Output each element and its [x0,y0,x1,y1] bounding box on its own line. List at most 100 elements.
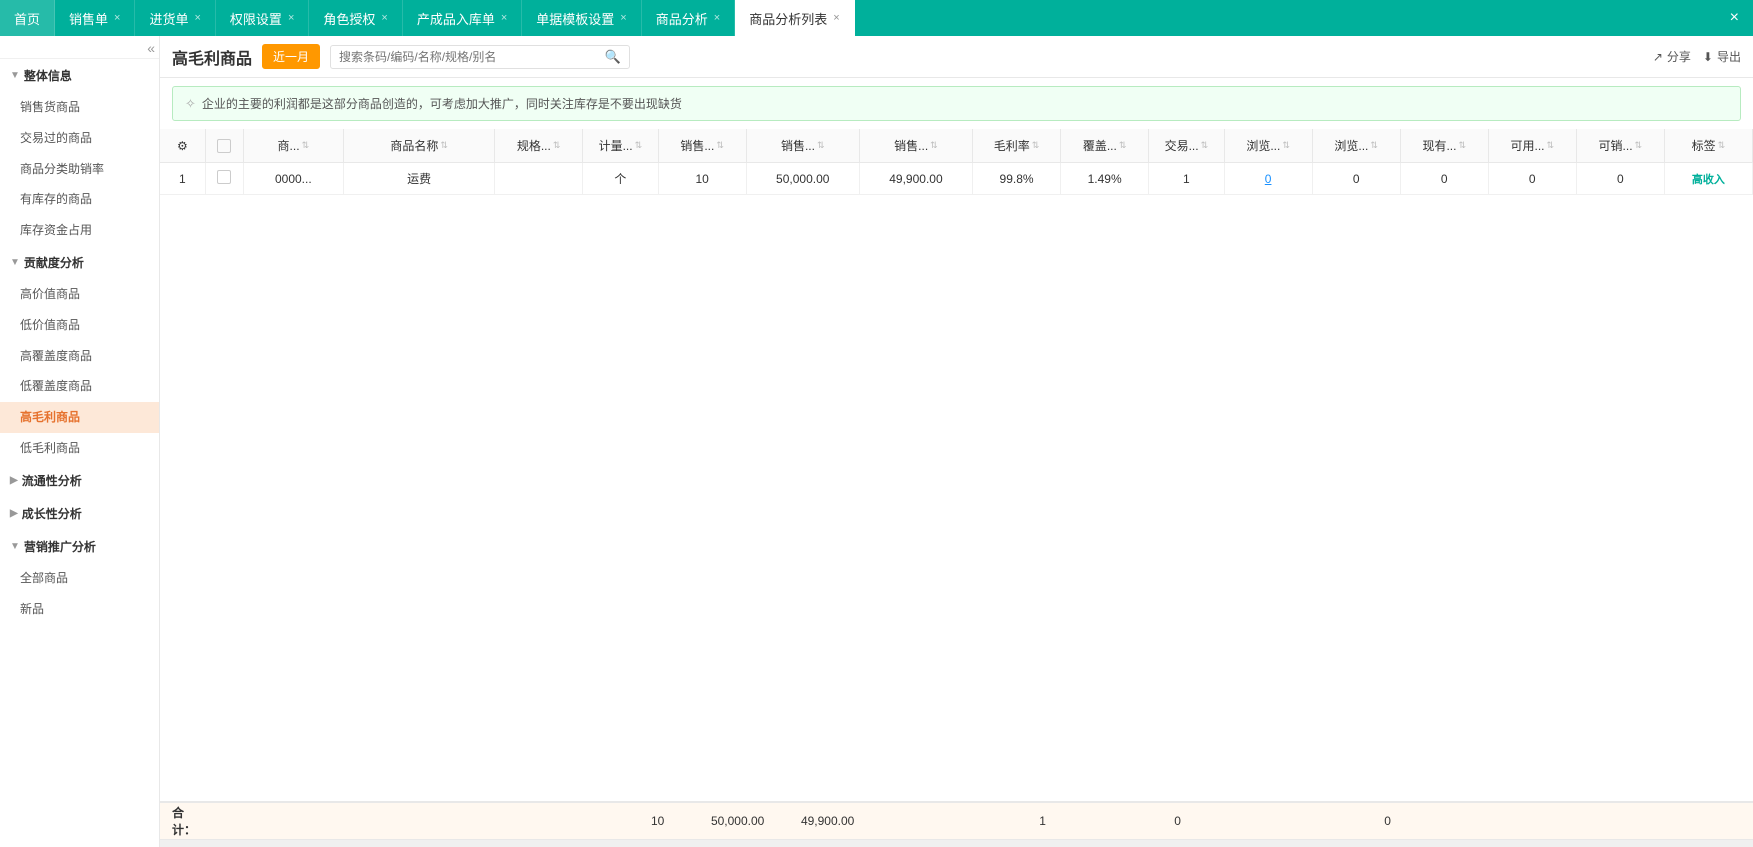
nav-permission-settings[interactable]: 权限设置 × [216,0,309,36]
row-browse2: 0 [1312,163,1400,195]
sort-icon-10: ⇅ [1201,140,1209,151]
footer-sales-cost: 49,900.00 [783,814,873,828]
col-saleable[interactable]: 可销...⇅ [1576,129,1664,163]
col-tag[interactable]: 标签⇅ [1664,129,1752,163]
row-gross-rate: 99.8% [973,163,1061,195]
col-sales-cost[interactable]: 销售...⇅ [859,129,972,163]
sidebar-item-high-margin[interactable]: 高毛利商品 [0,402,159,433]
row-checkbox[interactable] [205,163,243,195]
sidebar-item-all-goods[interactable]: 全部商品 [0,563,159,594]
info-icon: ✧ [185,96,196,112]
sort-icon: ⇅ [302,140,310,151]
sort-icon-13: ⇅ [1458,140,1466,151]
nav-close-permission[interactable]: × [288,12,294,24]
sidebar: « ▼ 整体信息 销售货商品 交易过的商品 商品分类助销率 有库存的商品 库存资… [0,36,160,847]
col-settings[interactable]: ⚙ [160,129,205,163]
nav-close-product-analysis[interactable]: × [714,12,720,24]
row-sales-qty: 10 [658,163,746,195]
sidebar-item-stock-goods[interactable]: 有库存的商品 [0,184,159,215]
row-browse1[interactable]: 0 [1224,163,1312,195]
sidebar-item-low-margin[interactable]: 低毛利商品 [0,433,159,464]
col-available[interactable]: 可用...⇅ [1488,129,1576,163]
col-unit[interactable]: 计量...⇅ [583,129,658,163]
row-saleable: 0 [1576,163,1664,195]
col-checkbox[interactable] [205,129,243,163]
filter-recent-month[interactable]: 近一月 [262,44,320,69]
col-sales-qty[interactable]: 销售...⇅ [658,129,746,163]
horizontal-scrollbar[interactable] [160,839,1753,847]
nav-product-analysis[interactable]: 商品分析 × [642,0,735,36]
top-navigation: 首页 销售单 × 进货单 × 权限设置 × 角色授权 × 产成品入库单 × 单据… [0,0,1753,36]
chevron-right-icon-2: ▶ [10,508,18,519]
col-code[interactable]: 商...⇅ [243,129,344,163]
sidebar-item-sales-goods[interactable]: 销售货商品 [0,92,159,123]
nav-role-auth[interactable]: 角色授权 × [309,0,402,36]
sidebar-group-overall[interactable]: ▼ 整体信息 [0,59,159,92]
nav-close-role-auth[interactable]: × [381,12,387,24]
share-button[interactable]: ↗ 分享 [1653,48,1691,65]
sidebar-item-low-coverage[interactable]: 低覆盖度商品 [0,371,159,402]
row-name: 运费 [344,163,495,195]
sort-icon-5: ⇅ [716,140,724,151]
col-coverage[interactable]: 覆盖...⇅ [1061,129,1149,163]
search-input[interactable] [339,50,605,64]
nav-product-analysis-list[interactable]: 商品分析列表 × [735,0,854,36]
col-current-stock[interactable]: 现有...⇅ [1400,129,1488,163]
footer-total: 合计： 10 50,000.00 49,900.00 1 0 0 [160,801,1753,839]
window-close-button[interactable]: × [1716,0,1753,36]
nav-template-settings[interactable]: 单据模板设置 × [522,0,641,36]
row-unit: 个 [583,163,658,195]
sort-icon-9: ⇅ [1119,140,1127,151]
search-box: 🔍 [330,45,630,69]
sort-icon-16: ⇅ [1718,140,1726,151]
sidebar-group-liquidity[interactable]: ▶ 流通性分析 [0,464,159,497]
sort-icon-11: ⇅ [1282,140,1290,151]
row-select-checkbox[interactable] [217,170,231,184]
sort-icon-15: ⇅ [1635,140,1643,151]
footer-browse2: 0 [1143,814,1213,828]
sidebar-item-high-coverage[interactable]: 高覆盖度商品 [0,341,159,372]
nav-close-purchase-order[interactable]: × [194,12,200,24]
search-icon[interactable]: 🔍 [605,49,621,65]
nav-close-sales-order[interactable]: × [114,12,120,24]
sidebar-item-stock-capital[interactable]: 库存资金占用 [0,215,159,246]
table-row: 1 0000... 运费 个 10 50,000.00 49,900.00 99… [160,163,1753,195]
footer-trades: 1 [1013,814,1073,828]
header-actions: ↗ 分享 ⬇ 导出 [1653,48,1741,65]
col-name[interactable]: 商品名称⇅ [344,129,495,163]
sidebar-group-growth[interactable]: ▶ 成长性分析 [0,497,159,530]
nav-close-product-warehouse[interactable]: × [501,12,507,24]
sort-icon-3: ⇅ [553,140,561,151]
sidebar-item-low-value[interactable]: 低价值商品 [0,310,159,341]
row-coverage: 1.49% [1061,163,1149,195]
nav-sales-order[interactable]: 销售单 × [55,0,135,36]
sort-icon-6: ⇅ [817,140,825,151]
footer-sales-amount: 50,000.00 [693,814,783,828]
nav-close-template[interactable]: × [620,12,626,24]
content-area: 高毛利商品 近一月 🔍 ↗ 分享 ⬇ 导出 [160,36,1753,847]
footer-saleable: 0 [1353,814,1423,828]
col-trades[interactable]: 交易...⇅ [1149,129,1224,163]
col-spec[interactable]: 规格...⇅ [495,129,583,163]
nav-home[interactable]: 首页 [0,0,55,36]
row-current-stock: 0 [1400,163,1488,195]
sort-icon-14: ⇅ [1547,140,1555,151]
col-gross-rate[interactable]: 毛利率⇅ [973,129,1061,163]
col-sales-amount[interactable]: 销售...⇅ [746,129,859,163]
export-button[interactable]: ⬇ 导出 [1703,48,1741,65]
total-label: 合计： [166,804,227,838]
sidebar-item-traded-goods[interactable]: 交易过的商品 [0,123,159,154]
col-browse1[interactable]: 浏览...⇅ [1224,129,1312,163]
sidebar-collapse-btn[interactable]: « [147,40,155,56]
sidebar-item-high-value[interactable]: 高价值商品 [0,279,159,310]
sidebar-group-contribution[interactable]: ▼ 贡献度分析 [0,246,159,279]
col-browse2[interactable]: 浏览...⇅ [1312,129,1400,163]
nav-product-warehouse[interactable]: 产成品入库单 × [403,0,522,36]
sidebar-item-category-rate[interactable]: 商品分类助销率 [0,154,159,185]
nav-purchase-order[interactable]: 进货单 × [135,0,215,36]
sidebar-item-new-goods[interactable]: 新品 [0,594,159,625]
nav-close-product-analysis-list[interactable]: × [833,12,839,24]
chevron-down-icon: ▼ [10,70,20,81]
sidebar-group-marketing[interactable]: ▼ 营销推广分析 [0,530,159,563]
select-all-checkbox[interactable] [217,139,231,153]
